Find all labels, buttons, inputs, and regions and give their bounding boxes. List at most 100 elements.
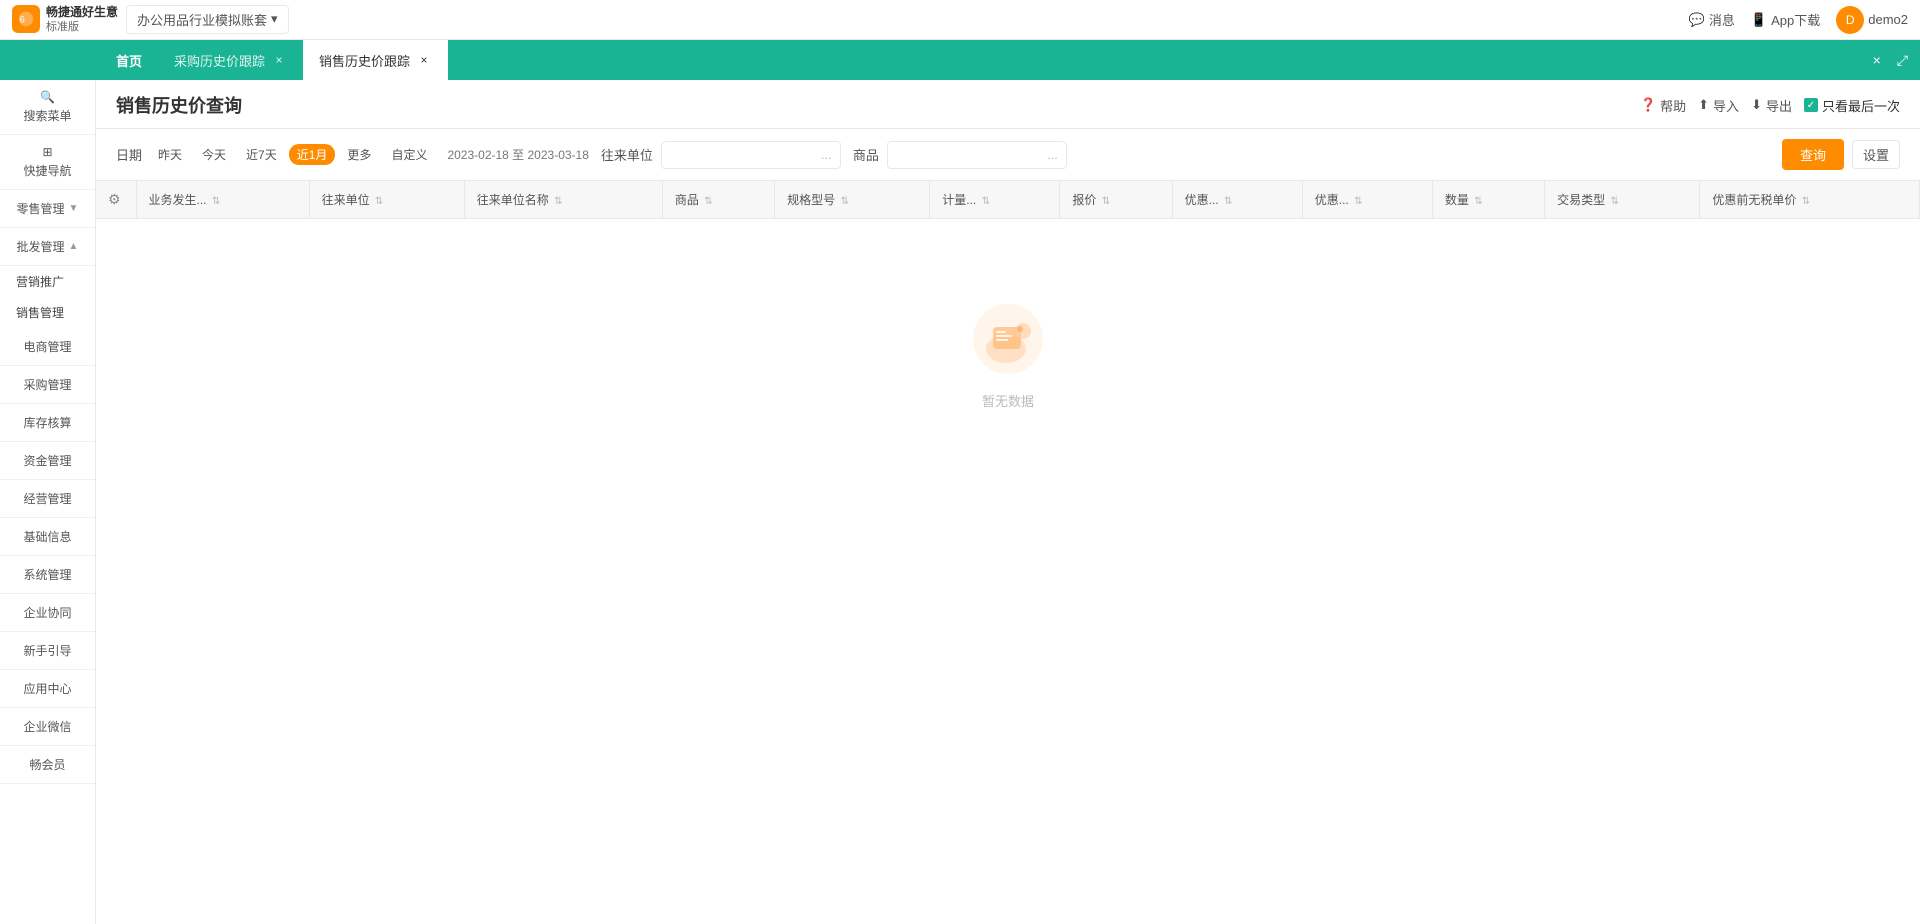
- partner-filter-group: 往来单位 ...: [601, 141, 841, 169]
- chevron-down-icon: ▼: [69, 203, 79, 214]
- date-btn-yesterday[interactable]: 昨天: [150, 144, 190, 165]
- th-partner-name: 往来单位名称 ⇅: [464, 181, 662, 219]
- svg-text:6: 6: [20, 15, 25, 25]
- th-unit: 计量... ⇅: [930, 181, 1060, 219]
- sort-icon-spec[interactable]: ⇅: [840, 196, 848, 207]
- tab-home[interactable]: 首页: [100, 40, 158, 80]
- message-button[interactable]: 💬 消息: [1689, 10, 1735, 29]
- user-area[interactable]: D demo2: [1836, 6, 1908, 34]
- tab-sales[interactable]: 销售历史价跟踪 ×: [303, 40, 448, 80]
- grid-icon: ⊞: [42, 145, 52, 159]
- sort-icon-price[interactable]: ⇅: [1102, 196, 1110, 207]
- sidebar-item-quick-nav[interactable]: ⊞ 快捷导航: [0, 135, 95, 190]
- table-header: ⚙ 业务发生... ⇅ 往来单位 ⇅ 往来单位名称 ⇅: [96, 181, 1920, 219]
- tab-bar-right: × ⤢: [1869, 48, 1920, 73]
- goods-input-dots: ...: [1047, 147, 1058, 162]
- sidebar-sub-item-marketing[interactable]: 营销推广: [0, 266, 95, 297]
- import-button[interactable]: ⬆ 导入: [1698, 96, 1739, 115]
- search-icon: 🔍: [40, 90, 55, 104]
- goods-filter-group: 商品 ...: [853, 141, 1067, 169]
- date-btn-7days[interactable]: 近7天: [238, 144, 285, 165]
- filter-bar: 日期 昨天 今天 近7天 近1月 更多 自定义 2023-02-18 至 202…: [96, 129, 1920, 181]
- import-icon: ⬆: [1698, 97, 1709, 113]
- app-download-button[interactable]: 📱 App下载: [1751, 10, 1820, 29]
- sidebar-sub-item-sales-mgmt[interactable]: 销售管理: [0, 297, 95, 328]
- sort-icon-biz-date[interactable]: ⇅: [212, 196, 220, 207]
- sidebar-item-system[interactable]: 系统管理: [0, 556, 95, 594]
- logo-text: 畅捷通好生意 标准版: [46, 5, 118, 35]
- th-settings: ⚙: [96, 181, 136, 219]
- help-button[interactable]: ❓ 帮助: [1640, 96, 1686, 115]
- sidebar-item-ecommerce[interactable]: 电商管理: [0, 328, 95, 366]
- sidebar-item-basic[interactable]: 基础信息: [0, 518, 95, 556]
- sidebar-item-inventory[interactable]: 库存核算: [0, 404, 95, 442]
- tab-bar: 首页 采购历史价跟踪 × 销售历史价跟踪 × × ⤢: [0, 40, 1920, 80]
- goods-input[interactable]: ...: [887, 141, 1067, 169]
- sort-icon-partner-name[interactable]: ⇅: [554, 196, 562, 207]
- tab-sales-close[interactable]: ×: [416, 52, 432, 68]
- th-trade-type: 交易类型 ⇅: [1545, 181, 1700, 219]
- data-table: ⚙ 业务发生... ⇅ 往来单位 ⇅ 往来单位名称 ⇅: [96, 181, 1920, 219]
- sidebar-item-wechat[interactable]: 企业微信: [0, 708, 95, 746]
- filter-action-buttons: 查询 设置: [1782, 139, 1900, 170]
- th-discount1: 优惠... ⇅: [1172, 181, 1302, 219]
- sidebar-item-member[interactable]: 畅会员: [0, 746, 95, 784]
- checkbox-icon: [1804, 98, 1818, 112]
- sidebar-item-business[interactable]: 经营管理: [0, 480, 95, 518]
- th-partner-code: 往来单位 ⇅: [309, 181, 464, 219]
- tab-purchase[interactable]: 采购历史价跟踪 ×: [158, 40, 303, 80]
- empty-state: 暂无数据: [96, 219, 1920, 490]
- sidebar-item-finance[interactable]: 资金管理: [0, 442, 95, 480]
- export-button[interactable]: ⬇ 导出: [1751, 96, 1792, 115]
- date-btn-1month[interactable]: 近1月: [289, 144, 336, 165]
- th-biz-date: 业务发生... ⇅: [136, 181, 309, 219]
- partner-input-dots: ...: [821, 147, 832, 162]
- sort-icon-pretax-price[interactable]: ⇅: [1802, 196, 1810, 207]
- date-label: 日期: [116, 145, 142, 164]
- table-container: ⚙ 业务发生... ⇅ 往来单位 ⇅ 往来单位名称 ⇅: [96, 181, 1920, 924]
- content-area: 销售历史价查询 ❓ 帮助 ⬆ 导入 ⬇ 导出 只看最后一次: [96, 80, 1920, 924]
- th-spec: 规格型号 ⇅: [775, 181, 930, 219]
- last-only-checkbox[interactable]: 只看最后一次: [1804, 96, 1900, 115]
- sidebar-item-apps[interactable]: 应用中心: [0, 670, 95, 708]
- sidebar-item-wholesale[interactable]: 批发管理 ▲: [0, 228, 95, 266]
- logo-icon: 6: [12, 5, 40, 33]
- partner-input[interactable]: ...: [661, 141, 841, 169]
- sort-icon-goods[interactable]: ⇅: [704, 196, 712, 207]
- sort-icon-unit[interactable]: ⇅: [982, 196, 990, 207]
- date-btn-custom[interactable]: 自定义: [383, 144, 435, 165]
- message-icon: 💬: [1689, 12, 1705, 28]
- page-header: 销售历史价查询 ❓ 帮助 ⬆ 导入 ⬇ 导出 只看最后一次: [96, 80, 1920, 129]
- sort-icon-discount2[interactable]: ⇅: [1354, 196, 1362, 207]
- sort-icon-partner-code[interactable]: ⇅: [375, 196, 383, 207]
- sidebar-item-enterprise[interactable]: 企业协同: [0, 594, 95, 632]
- sort-icon-discount1[interactable]: ⇅: [1224, 196, 1232, 207]
- logo-area: 6 畅捷通好生意 标准版: [12, 5, 118, 35]
- top-bar-right: 💬 消息 📱 App下载 D demo2: [1689, 6, 1908, 34]
- page-title: 销售历史价查询: [116, 92, 242, 118]
- date-btn-today[interactable]: 今天: [194, 144, 234, 165]
- avatar: D: [1836, 6, 1864, 34]
- sidebar-item-retail[interactable]: 零售管理 ▼: [0, 190, 95, 228]
- sort-icon-qty[interactable]: ⇅: [1474, 196, 1482, 207]
- close-window-button[interactable]: ×: [1869, 48, 1885, 72]
- tab-purchase-close[interactable]: ×: [271, 52, 287, 68]
- date-range-display: 2023-02-18 至 2023-03-18: [447, 146, 588, 163]
- sidebar-item-purchase-mgmt[interactable]: 采购管理: [0, 366, 95, 404]
- main-layout: 🔍 搜索菜单 ⊞ 快捷导航 零售管理 ▼ 批发管理 ▲ 营销推广 销售管理 电商…: [0, 80, 1920, 924]
- company-select[interactable]: 办公用品行业模拟账套 ▾: [126, 5, 289, 34]
- sort-icon-trade-type[interactable]: ⇅: [1611, 196, 1619, 207]
- sidebar-item-guide[interactable]: 新手引导: [0, 632, 95, 670]
- settings-button[interactable]: 设置: [1852, 140, 1900, 169]
- query-button[interactable]: 查询: [1782, 139, 1844, 170]
- th-qty: 数量 ⇅: [1432, 181, 1544, 219]
- sidebar: 🔍 搜索菜单 ⊞ 快捷导航 零售管理 ▼ 批发管理 ▲ 营销推广 销售管理 电商…: [0, 80, 96, 924]
- gear-icon[interactable]: ⚙: [108, 191, 121, 207]
- top-bar: 6 畅捷通好生意 标准版 办公用品行业模拟账套 ▾ 💬 消息 📱 App下载 D…: [0, 0, 1920, 40]
- phone-icon: 📱: [1751, 12, 1767, 28]
- sidebar-item-search[interactable]: 🔍 搜索菜单: [0, 80, 95, 135]
- date-btn-more[interactable]: 更多: [339, 144, 379, 165]
- maximize-window-button[interactable]: ⤢: [1893, 48, 1912, 73]
- help-icon: ❓: [1640, 97, 1656, 113]
- goods-label: 商品: [853, 145, 879, 164]
